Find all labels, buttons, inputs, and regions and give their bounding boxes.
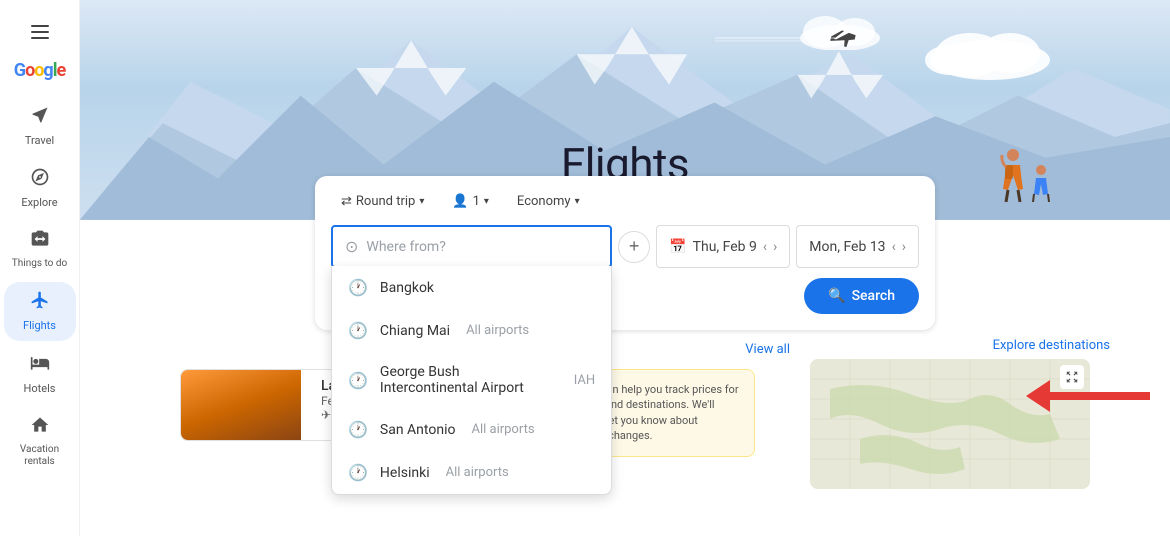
destination-image-inner <box>181 370 301 440</box>
sidebar: Google Travel Explore Things to do Fligh <box>0 0 80 536</box>
dropdown-item-san-antonio[interactable]: 🕐 San Antonio All airports <box>332 408 611 451</box>
date-field-return[interactable]: Mon, Feb 13 ‹ › <box>796 225 919 268</box>
search-card: ⇄ Round trip ▾ 👤 1 ▾ Economy ▾ <box>315 176 935 330</box>
search-btn-label: Search <box>852 288 895 304</box>
passengers-chevron: ▾ <box>484 196 489 207</box>
history-icon-san-antonio: 🕐 <box>348 420 368 439</box>
sidebar-item-flights[interactable]: Flights <box>4 282 76 340</box>
depart-date: Thu, Feb 9 <box>693 239 757 255</box>
dropdown-item-label-george-bush: George Bush Intercontinental Airport <box>380 364 558 396</box>
hamburger-menu[interactable] <box>20 12 60 52</box>
destination-image <box>181 370 301 440</box>
travel-icon <box>30 105 50 130</box>
dropdown-suffix-helsinki: All airports <box>446 465 509 480</box>
explore-destinations-link[interactable]: Explore destinations <box>810 338 1110 353</box>
date-field-depart[interactable]: 📅 Thu, Feb 9 ‹ › <box>656 225 790 268</box>
dropdown-item-bangkok[interactable]: 🕐 Bangkok <box>332 266 611 309</box>
things-to-do-icon <box>30 229 50 254</box>
trail-icon <box>715 36 835 44</box>
add-destination-button[interactable]: + <box>618 231 650 263</box>
dropdown-item-label-san-antonio: San Antonio <box>380 422 456 438</box>
from-placeholder: Where from? <box>366 239 445 255</box>
search-button[interactable]: 🔍 Search <box>804 278 919 314</box>
cabin-class-label: Economy <box>517 194 571 209</box>
sidebar-label-hotels: Hotels <box>24 382 56 395</box>
nonstop-icon: ✈ <box>321 408 331 422</box>
from-field-wrapper: ⊙ Where from? 🕐 Bangkok 🕐 Chiang Mai <box>331 225 612 268</box>
trip-type-label: Round trip <box>356 194 415 209</box>
red-arrow-indicator <box>1026 380 1150 412</box>
dropdown-suffix-san-antonio: All airports <box>471 422 534 437</box>
sidebar-item-explore[interactable]: Explore <box>4 159 76 217</box>
map-illustration <box>810 359 1090 489</box>
right-bottom: Explore destinations <box>810 338 1110 489</box>
cloud-illustration <box>890 20 1070 80</box>
google-logo: Google <box>14 60 65 81</box>
flights-icon <box>30 290 50 315</box>
sidebar-label-travel: Travel <box>25 134 54 147</box>
figure-illustration <box>998 147 1050 202</box>
sidebar-label-explore: Explore <box>21 196 57 209</box>
bottom-section: View all Las Vegas Feb 5–12 ✈ Nonstop · … <box>80 330 1170 497</box>
passengers-button[interactable]: 👤 1 ▾ <box>442 188 499 215</box>
return-date: Mon, Feb 13 <box>809 239 885 255</box>
dropdown-item-label-helsinki: Helsinki <box>380 465 430 481</box>
from-field[interactable]: ⊙ Where from? <box>331 225 612 268</box>
cabin-chevron: ▾ <box>575 196 580 207</box>
hotels-icon <box>30 353 50 378</box>
history-icon-george-bush: 🕐 <box>348 371 368 390</box>
sidebar-item-travel[interactable]: Travel <box>4 97 76 155</box>
trip-type-chevron: ▾ <box>419 196 424 207</box>
person-icon: 👤 <box>452 194 468 209</box>
hamburger-line-1 <box>31 25 49 27</box>
airplane-area <box>830 28 860 52</box>
sidebar-item-vacation[interactable]: Vacation rentals <box>4 407 76 476</box>
vacation-icon <box>30 415 50 440</box>
history-icon-helsinki: 🕐 <box>348 463 368 482</box>
cabin-class-button[interactable]: Economy ▾ <box>507 188 590 215</box>
sidebar-item-things-to-do[interactable]: Things to do <box>4 221 76 278</box>
sidebar-item-hotels[interactable]: Hotels <box>4 345 76 403</box>
trip-type-button[interactable]: ⇄ Round trip ▾ <box>331 188 434 215</box>
map-card[interactable] <box>810 359 1090 489</box>
dropdown-item-helsinki[interactable]: 🕐 Helsinki All airports <box>332 451 611 494</box>
arrow-shaft <box>1050 392 1150 400</box>
passengers-label: 1 <box>473 194 480 209</box>
dropdown-suffix-chiang-mai: All airports <box>466 323 529 338</box>
swap-icon: ⇄ <box>341 194 352 209</box>
calendar-icon: 📅 <box>669 239 686 255</box>
dropdown-item-label-bangkok: Bangkok <box>380 280 434 296</box>
dropdown-item-george-bush[interactable]: 🕐 George Bush Intercontinental Airport I… <box>332 352 611 408</box>
page-wrapper: Google Travel Explore Things to do Fligh <box>0 0 1170 536</box>
search-card-wrapper: ⇄ Round trip ▾ 👤 1 ▾ Economy ▾ <box>80 196 1170 330</box>
location-dot-icon: ⊙ <box>345 237 358 256</box>
date2-prev[interactable]: ‹ <box>892 239 896 255</box>
hamburger-line-3 <box>31 37 49 39</box>
history-icon-chiang-mai: 🕐 <box>348 321 368 340</box>
arrow-head <box>1026 380 1050 412</box>
dropdown-item-label-chiang-mai: Chiang Mai <box>380 323 450 339</box>
sidebar-label-vacation: Vacation rentals <box>8 444 72 468</box>
date2-next[interactable]: › <box>902 239 906 255</box>
dropdown-code-george-bush: IAH <box>574 373 595 388</box>
search-inputs: ⊙ Where from? 🕐 Bangkok 🕐 Chiang Mai <box>331 225 919 268</box>
date1-prev[interactable]: ‹ <box>763 239 767 255</box>
main-content: Flights ⇄ Round trip ▾ 👤 1 ▾ <box>80 0 1170 536</box>
search-options: ⇄ Round trip ▾ 👤 1 ▾ Economy ▾ <box>331 188 919 215</box>
sidebar-label-flights: Flights <box>23 319 56 332</box>
search-dropdown: 🕐 Bangkok 🕐 Chiang Mai All airports 🕐 Ge… <box>331 266 612 495</box>
explore-icon <box>30 167 50 192</box>
search-btn-icon: 🔍 <box>828 288 845 304</box>
date1-next[interactable]: › <box>773 239 777 255</box>
dropdown-item-chiang-mai[interactable]: 🕐 Chiang Mai All airports <box>332 309 611 352</box>
hamburger-line-2 <box>31 31 49 33</box>
adult-figure <box>998 147 1028 202</box>
sidebar-label-things: Things to do <box>12 258 67 270</box>
history-icon-bangkok: 🕐 <box>348 278 368 297</box>
